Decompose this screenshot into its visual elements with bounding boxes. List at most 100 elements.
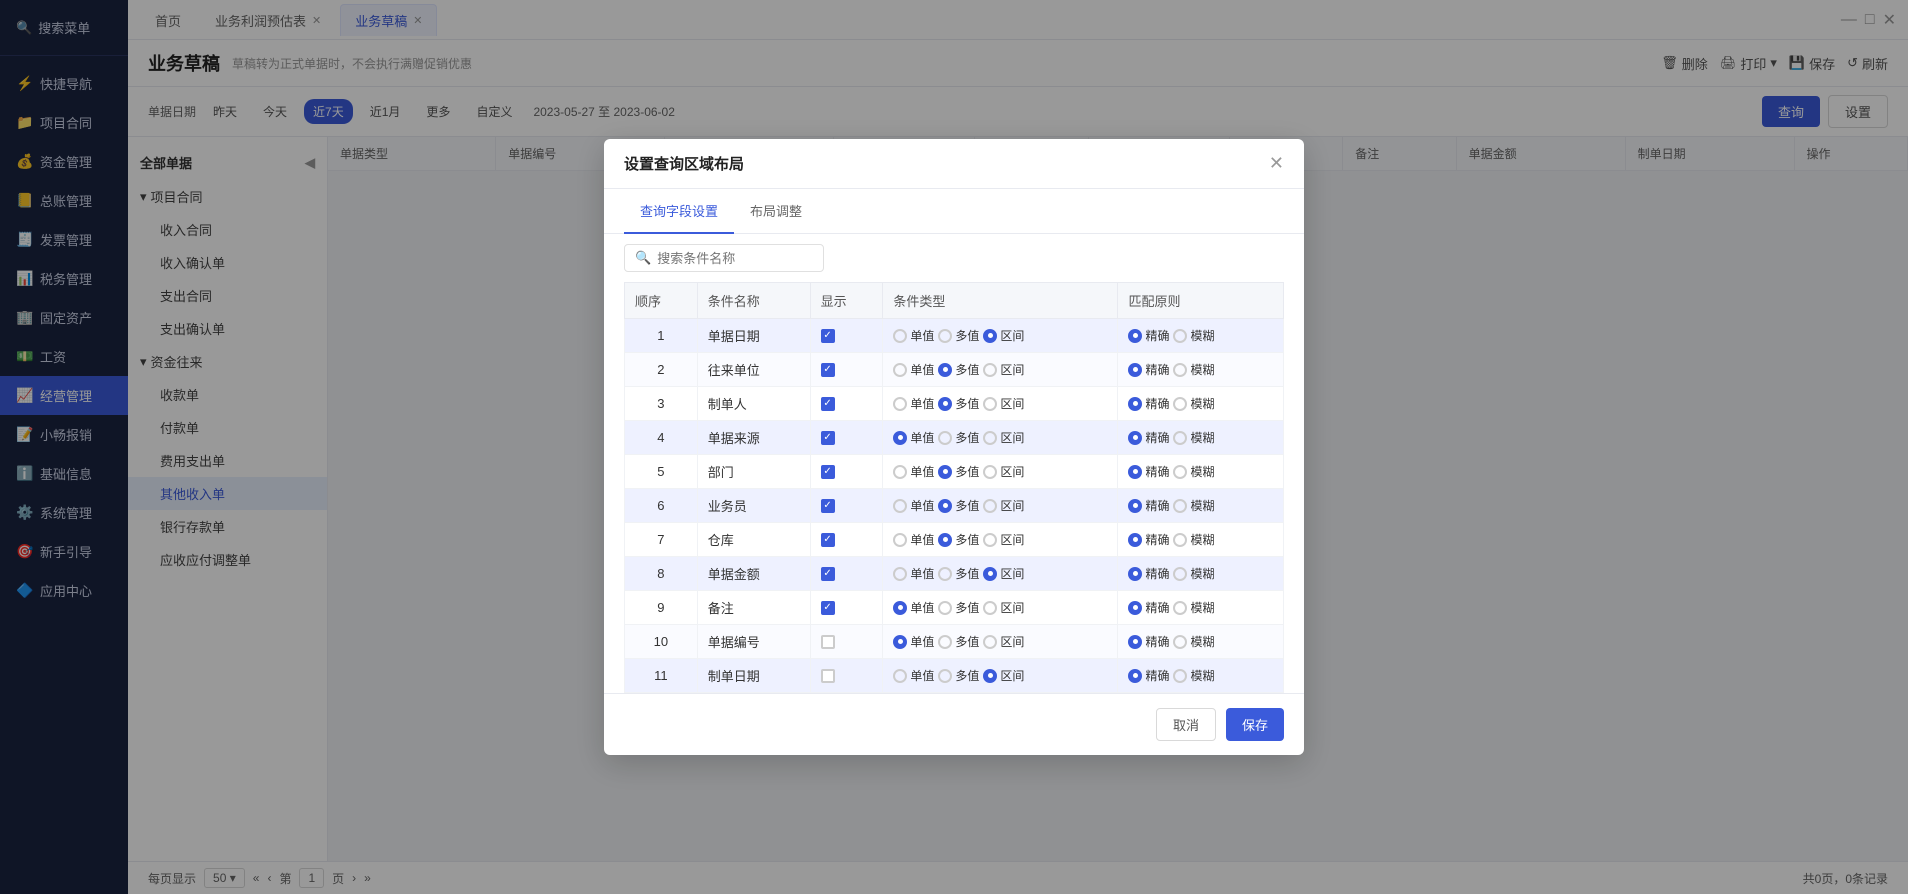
cell-display[interactable] bbox=[810, 659, 883, 693]
radio-match-模糊-5[interactable]: 模糊 bbox=[1173, 463, 1214, 480]
radio-区间-6[interactable]: 区间 bbox=[983, 497, 1024, 514]
checkbox-checked-1[interactable] bbox=[821, 329, 835, 343]
cell-display[interactable] bbox=[810, 387, 883, 421]
radio-dot bbox=[983, 669, 997, 683]
cell-display[interactable] bbox=[810, 353, 883, 387]
radio-区间-2[interactable]: 区间 bbox=[983, 361, 1024, 378]
radio-区间-10[interactable]: 区间 bbox=[983, 633, 1024, 650]
checkbox-checked-3[interactable] bbox=[821, 397, 835, 411]
radio-单值-4[interactable]: 单值 bbox=[893, 429, 934, 446]
checkbox-checked-6[interactable] bbox=[821, 499, 835, 513]
radio-match-模糊-7[interactable]: 模糊 bbox=[1173, 531, 1214, 548]
radio-单值-9[interactable]: 单值 bbox=[893, 599, 934, 616]
checkbox-empty-11[interactable] bbox=[821, 669, 835, 683]
cell-type: 单值 多值 区间 bbox=[883, 353, 1118, 387]
radio-多值-10[interactable]: 多值 bbox=[938, 633, 979, 650]
radio-区间-9[interactable]: 区间 bbox=[983, 599, 1024, 616]
cancel-button[interactable]: 取消 bbox=[1156, 708, 1216, 741]
radio-match-精确-5[interactable]: 精确 bbox=[1128, 463, 1169, 480]
cell-display[interactable] bbox=[810, 625, 883, 659]
radio-单值-3[interactable]: 单值 bbox=[893, 395, 934, 412]
radio-单值-11[interactable]: 单值 bbox=[893, 667, 934, 684]
radio-单值-5[interactable]: 单值 bbox=[893, 463, 934, 480]
radio-多值-7[interactable]: 多值 bbox=[938, 531, 979, 548]
radio-match-模糊-9[interactable]: 模糊 bbox=[1173, 599, 1214, 616]
cell-type: 单值 多值 区间 bbox=[883, 557, 1118, 591]
radio-单值-8[interactable]: 单值 bbox=[893, 565, 934, 582]
checkbox-checked-5[interactable] bbox=[821, 465, 835, 479]
radio-match-模糊-3[interactable]: 模糊 bbox=[1173, 395, 1214, 412]
radio-match-模糊-2[interactable]: 模糊 bbox=[1173, 361, 1214, 378]
cell-display[interactable] bbox=[810, 523, 883, 557]
radio-多值-5[interactable]: 多值 bbox=[938, 463, 979, 480]
radio-label: 精确 bbox=[1145, 395, 1169, 412]
radio-多值-2[interactable]: 多值 bbox=[938, 361, 979, 378]
cell-match: 精确 模糊 bbox=[1118, 387, 1284, 421]
radio-区间-1[interactable]: 区间 bbox=[983, 327, 1024, 344]
cell-display[interactable] bbox=[810, 421, 883, 455]
radio-dot bbox=[1128, 431, 1142, 445]
radio-label: 模糊 bbox=[1190, 667, 1214, 684]
radio-dot bbox=[983, 329, 997, 343]
modal-tab-fields[interactable]: 查询字段设置 bbox=[624, 189, 734, 234]
radio-match-精确-4[interactable]: 精确 bbox=[1128, 429, 1169, 446]
radio-match-模糊-1[interactable]: 模糊 bbox=[1173, 327, 1214, 344]
modal-close-button[interactable]: ✕ bbox=[1269, 153, 1284, 174]
radio-区间-5[interactable]: 区间 bbox=[983, 463, 1024, 480]
radio-match-精确-8[interactable]: 精确 bbox=[1128, 565, 1169, 582]
col-name: 条件名称 bbox=[697, 283, 810, 319]
radio-多值-6[interactable]: 多值 bbox=[938, 497, 979, 514]
checkbox-checked-2[interactable] bbox=[821, 363, 835, 377]
modal-tab-layout[interactable]: 布局调整 bbox=[734, 189, 818, 234]
radio-单值-10[interactable]: 单值 bbox=[893, 633, 934, 650]
col-match: 匹配原则 bbox=[1118, 283, 1284, 319]
checkbox-checked-7[interactable] bbox=[821, 533, 835, 547]
radio-match-精确-9[interactable]: 精确 bbox=[1128, 599, 1169, 616]
radio-label: 多值 bbox=[955, 463, 979, 480]
radio-dot bbox=[893, 431, 907, 445]
modal-search-input[interactable] bbox=[657, 251, 813, 266]
checkbox-checked-8[interactable] bbox=[821, 567, 835, 581]
radio-单值-7[interactable]: 单值 bbox=[893, 531, 934, 548]
radio-match-精确-2[interactable]: 精确 bbox=[1128, 361, 1169, 378]
checkbox-checked-4[interactable] bbox=[821, 431, 835, 445]
radio-多值-4[interactable]: 多值 bbox=[938, 429, 979, 446]
radio-match-模糊-6[interactable]: 模糊 bbox=[1173, 497, 1214, 514]
radio-match-精确-6[interactable]: 精确 bbox=[1128, 497, 1169, 514]
checkbox-checked-9[interactable] bbox=[821, 601, 835, 615]
radio-dot bbox=[893, 533, 907, 547]
radio-match-精确-7[interactable]: 精确 bbox=[1128, 531, 1169, 548]
cell-display[interactable] bbox=[810, 319, 883, 353]
modal-save-button[interactable]: 保存 bbox=[1226, 708, 1284, 741]
radio-match-精确-10[interactable]: 精确 bbox=[1128, 633, 1169, 650]
radio-match-模糊-4[interactable]: 模糊 bbox=[1173, 429, 1214, 446]
radio-多值-9[interactable]: 多值 bbox=[938, 599, 979, 616]
radio-单值-6[interactable]: 单值 bbox=[893, 497, 934, 514]
col-display: 显示 bbox=[810, 283, 883, 319]
checkbox-empty-10[interactable] bbox=[821, 635, 835, 649]
radio-多值-8[interactable]: 多值 bbox=[938, 565, 979, 582]
radio-区间-11[interactable]: 区间 bbox=[983, 667, 1024, 684]
radio-单值-1[interactable]: 单值 bbox=[893, 327, 934, 344]
radio-match-模糊-10[interactable]: 模糊 bbox=[1173, 633, 1214, 650]
radio-区间-4[interactable]: 区间 bbox=[983, 429, 1024, 446]
radio-区间-3[interactable]: 区间 bbox=[983, 395, 1024, 412]
radio-区间-7[interactable]: 区间 bbox=[983, 531, 1024, 548]
radio-多值-1[interactable]: 多值 bbox=[938, 327, 979, 344]
radio-多值-3[interactable]: 多值 bbox=[938, 395, 979, 412]
cell-display[interactable] bbox=[810, 489, 883, 523]
radio-match-精确-3[interactable]: 精确 bbox=[1128, 395, 1169, 412]
cell-display[interactable] bbox=[810, 557, 883, 591]
radio-match-精确-11[interactable]: 精确 bbox=[1128, 667, 1169, 684]
cell-type: 单值 多值 区间 bbox=[883, 455, 1118, 489]
radio-match-模糊-11[interactable]: 模糊 bbox=[1173, 667, 1214, 684]
modal-search-box[interactable]: 🔍 bbox=[624, 244, 824, 272]
radio-多值-11[interactable]: 多值 bbox=[938, 667, 979, 684]
radio-区间-8[interactable]: 区间 bbox=[983, 565, 1024, 582]
cell-display[interactable] bbox=[810, 591, 883, 625]
cell-order: 11 bbox=[625, 659, 698, 693]
radio-单值-2[interactable]: 单值 bbox=[893, 361, 934, 378]
radio-match-模糊-8[interactable]: 模糊 bbox=[1173, 565, 1214, 582]
radio-match-精确-1[interactable]: 精确 bbox=[1128, 327, 1169, 344]
cell-display[interactable] bbox=[810, 455, 883, 489]
